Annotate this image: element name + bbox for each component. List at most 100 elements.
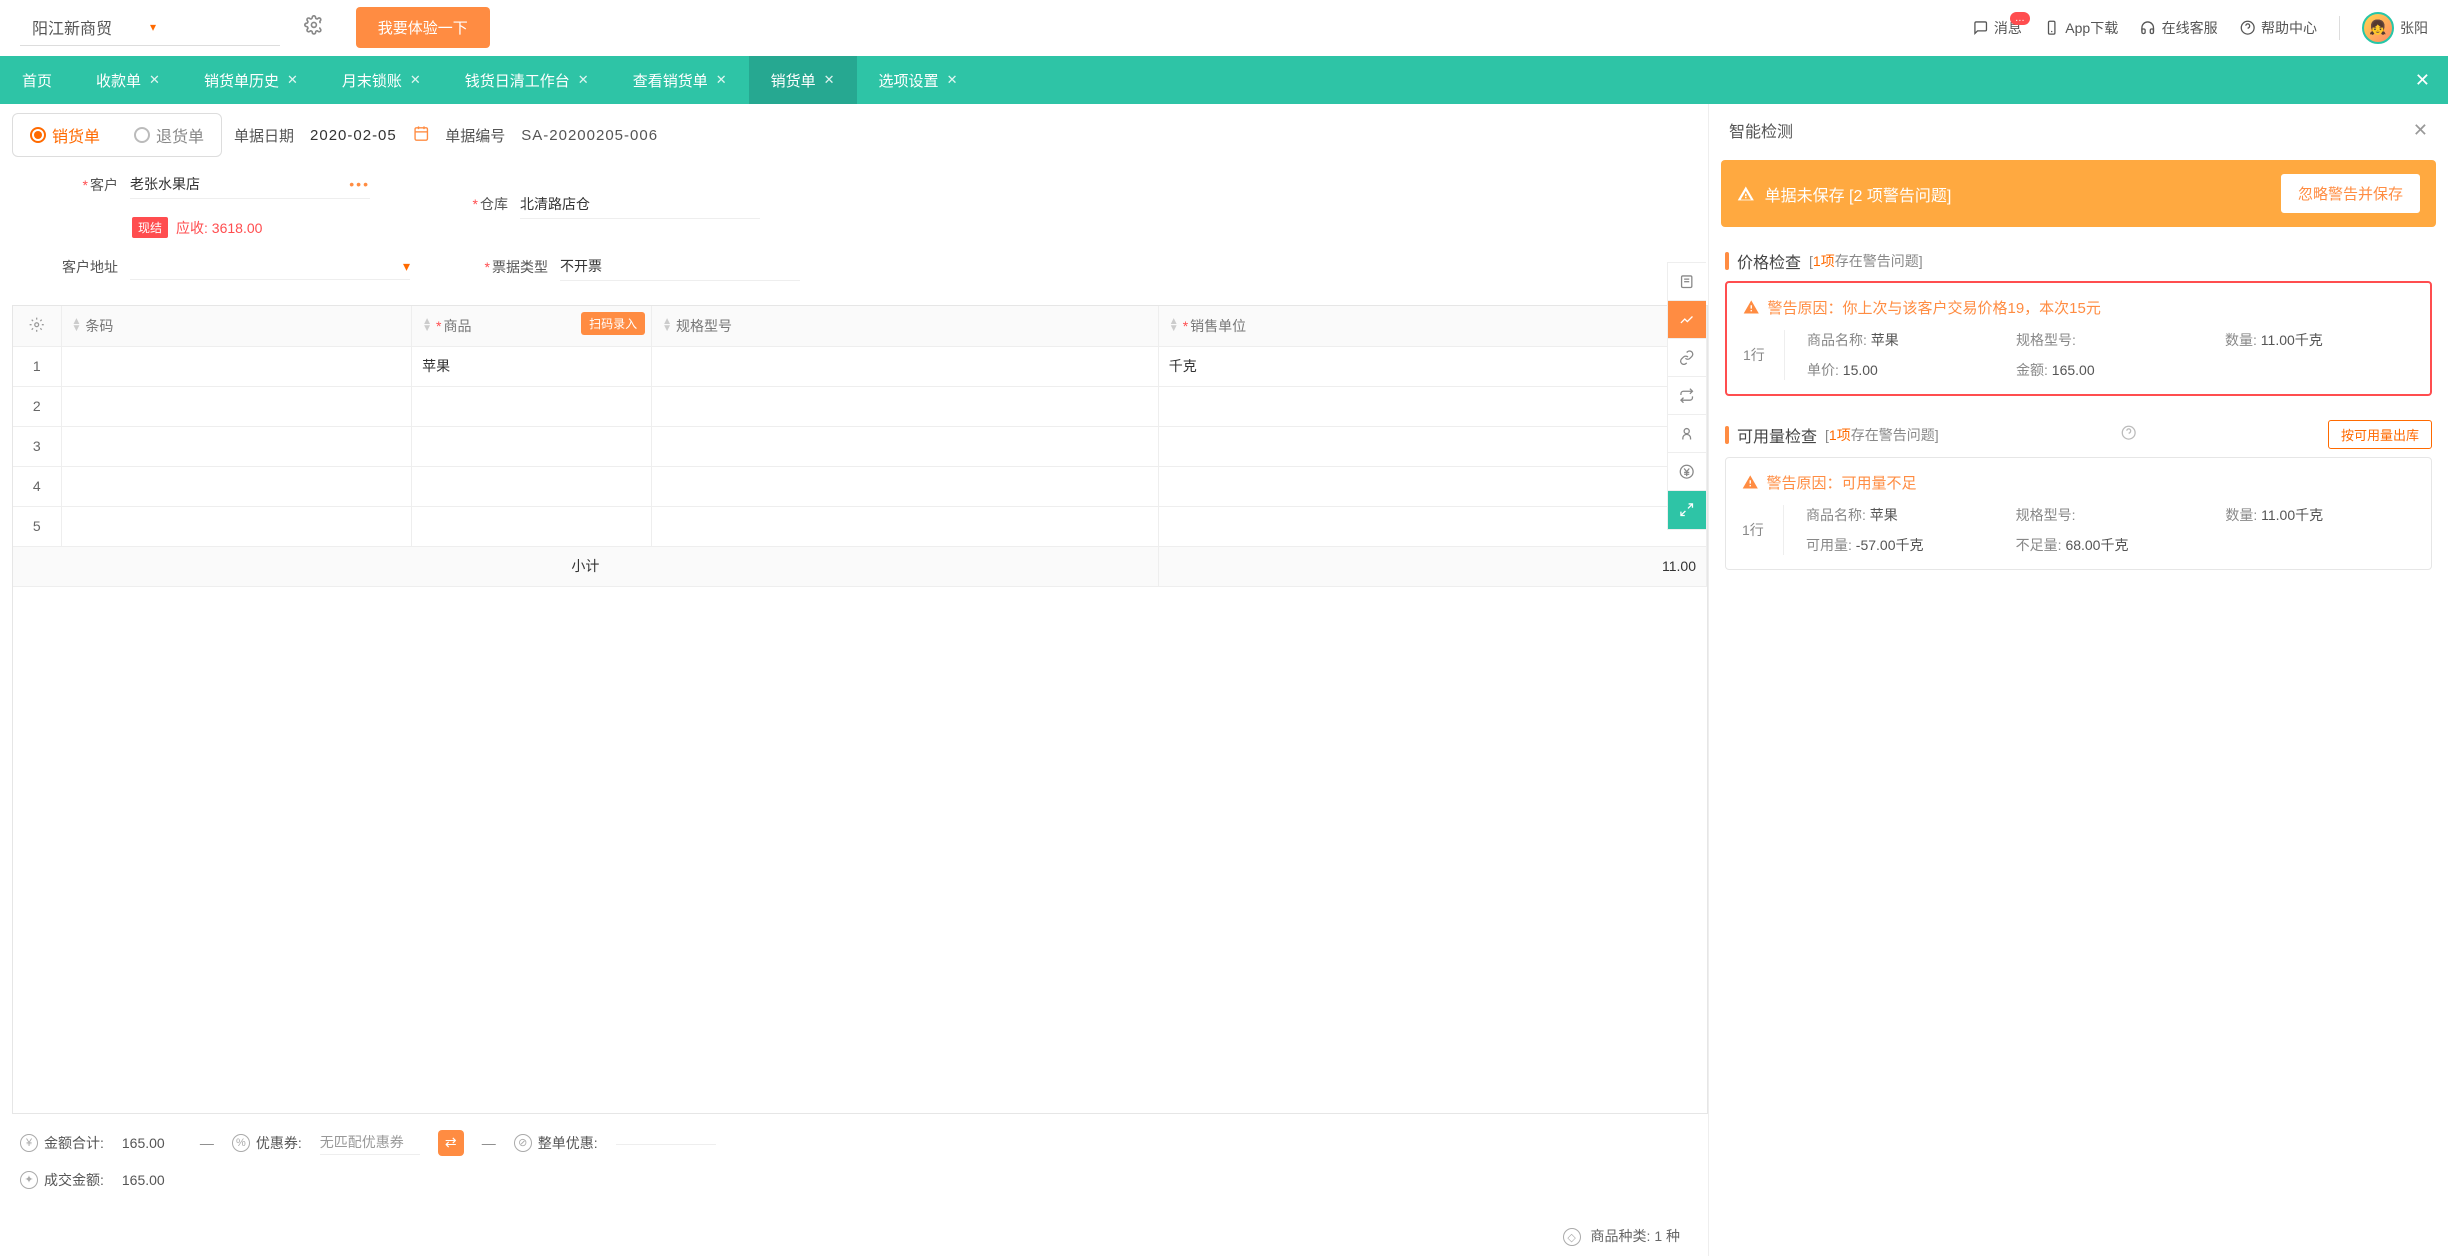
col-spec[interactable]: ▲▼规格型号 [652,306,1159,346]
cash-tag: 现结 [132,217,168,238]
warning-icon [1737,185,1755,203]
tab-bar: 首页收款单✕销货单历史✕月末锁账✕钱货日清工作台✕查看销货单✕销货单✕选项设置✕… [0,56,2448,104]
deal-amount: 165.00 [122,1172,165,1188]
close-icon[interactable]: ✕ [824,72,835,88]
topbar: 阳江新商贸 ▾ 我要体验一下 消息 … App下载 在线客服 帮助中心 👧 张阳 [0,0,2448,56]
out-by-avail-button[interactable]: 按可用量出库 [2328,420,2432,449]
col-product[interactable]: ▲▼*商品扫码录入 [412,306,652,346]
close-icon[interactable]: ✕ [410,72,421,88]
radio-on-icon [30,127,46,143]
tab-收款单[interactable]: 收款单✕ [74,56,182,104]
warehouse-input[interactable]: 北清路店仓 [520,190,760,219]
receivable-text: 应收: 3618.00 [176,218,262,238]
chevron-down-icon: ▾ [403,258,410,275]
tab-首页[interactable]: 首页 [0,56,74,104]
help-icon [2240,20,2255,35]
tab-选项设置[interactable]: 选项设置✕ [857,56,980,104]
rail-link-icon[interactable] [1668,339,1706,377]
settings-icon[interactable] [304,15,324,40]
coupon-icon: % [232,1134,250,1152]
scan-tag[interactable]: 扫码录入 [581,312,645,335]
table-row[interactable]: 3 [13,426,1707,466]
warn-banner: 单据未保存 [2 项警告问题] 忽略警告并保存 [1721,160,2436,227]
table-row[interactable]: 2 [13,386,1707,426]
msg-badge: … [2010,12,2030,25]
tabs-close-all[interactable]: ✕ [2397,56,2448,104]
close-icon[interactable]: ✕ [2413,120,2428,141]
user-menu[interactable]: 👧 张阳 [2362,12,2428,44]
price-warning-card: 警告原因：你上次与该客户交易价格19，本次15元 1行 商品名称: 苹果 规格型… [1725,281,2432,396]
company-name: 阳江新商贸 [32,15,150,39]
amount-total: 165.00 [122,1135,182,1151]
experience-button[interactable]: 我要体验一下 [356,7,490,48]
app-download-link[interactable]: App下载 [2044,18,2118,38]
table-row[interactable]: 4 [13,466,1707,506]
chevron-down-icon: ▾ [150,20,268,34]
date-value[interactable]: 2020-02-05 [310,127,397,144]
address-input[interactable]: ▾ [130,254,410,280]
table-row[interactable]: 1苹果千克 [13,346,1707,386]
date-label: 单据日期 [234,125,294,146]
tab-销货单[interactable]: 销货单✕ [749,56,857,104]
tab-钱货日清工作台[interactable]: 钱货日清工作台✕ [443,56,611,104]
customer-input[interactable]: 老张水果店 ••• [130,170,370,199]
close-icon[interactable]: ✕ [578,72,589,88]
help-center-link[interactable]: 帮助中心 [2240,18,2317,38]
radio-off-icon [134,127,150,143]
close-icon[interactable]: ✕ [149,72,160,88]
doc-type-return[interactable]: 退货单 [117,114,221,156]
gear-icon [29,317,44,332]
section-bar-icon [1725,252,1729,270]
online-service-link[interactable]: 在线客服 [2140,18,2217,38]
doc-type-sale[interactable]: 销货单 [13,114,117,156]
ignore-save-button[interactable]: 忽略警告并保存 [2281,174,2420,213]
tab-销货单历史[interactable]: 销货单历史✕ [182,56,320,104]
help-icon[interactable] [2121,425,2136,443]
tab-查看销货单[interactable]: 查看销货单✕ [611,56,749,104]
section-bar-icon [1725,426,1729,444]
table-row[interactable]: 5 [13,506,1707,546]
rail-note-icon[interactable] [1668,263,1706,301]
avatar: 👧 [2362,12,2394,44]
row-ref: 1行 [1742,505,1784,555]
col-barcode[interactable]: ▲▼条码 [61,306,412,346]
subtotal-amount: 11.00 [1158,546,1706,586]
coupon-input[interactable]: 无匹配优惠券 [320,1130,420,1155]
doc-type-toggle: 销货单 退货单 [12,113,222,157]
company-select[interactable]: 阳江新商贸 ▾ [20,9,280,46]
phone-icon [2044,20,2059,35]
rail-exchange-icon[interactable] [1668,377,1706,415]
smart-check-panel: 智能检测 ✕ 单据未保存 [2 项警告问题] 忽略警告并保存 价格检查 [1项存… [1708,104,2448,1256]
avail-warning-card: 警告原因：可用量不足 1行 商品名称: 苹果 规格型号: 数量: 11.00千克… [1725,457,2432,570]
panel-title: 智能检测 [1729,118,1793,142]
close-icon[interactable]: ✕ [947,72,958,88]
close-icon[interactable]: ✕ [287,72,298,88]
warning-icon [1743,299,1760,316]
messages-link[interactable]: 消息 … [1973,18,2022,38]
more-icon[interactable]: ••• [349,176,370,192]
col-unit[interactable]: ▲▼*销售单位 [1158,306,1706,346]
deal-icon: ✦ [20,1171,38,1189]
discount-input[interactable] [616,1140,716,1145]
headset-icon [2140,20,2155,35]
discount-icon: ⊘ [514,1134,532,1152]
rail-yen-icon[interactable] [1668,453,1706,491]
col-gear[interactable] [13,306,61,346]
invoice-type-input[interactable]: 不开票 [560,252,800,281]
items-table: ▲▼条码 ▲▼*商品扫码录入 ▲▼规格型号 ▲▼*销售单位 1苹果千克2345 … [12,305,1708,1114]
subtotal-label: 小计 [13,546,1158,586]
yen-icon: ¥ [20,1134,38,1152]
doc-no: SA-20200205-006 [521,127,658,144]
swap-icon[interactable]: ⇄ [438,1130,464,1156]
rail-chart-icon[interactable] [1668,301,1706,339]
side-rail [1667,262,1706,530]
rail-user-icon[interactable] [1668,415,1706,453]
close-icon[interactable]: ✕ [716,72,727,88]
calendar-icon[interactable] [413,125,430,146]
warning-icon [1742,474,1759,491]
chat-icon [1973,20,1988,35]
no-label: 单据编号 [445,125,505,146]
cube-icon: ◇ [1563,1228,1581,1246]
rail-expand-icon[interactable] [1668,491,1706,529]
tab-月末锁账[interactable]: 月末锁账✕ [320,56,443,104]
